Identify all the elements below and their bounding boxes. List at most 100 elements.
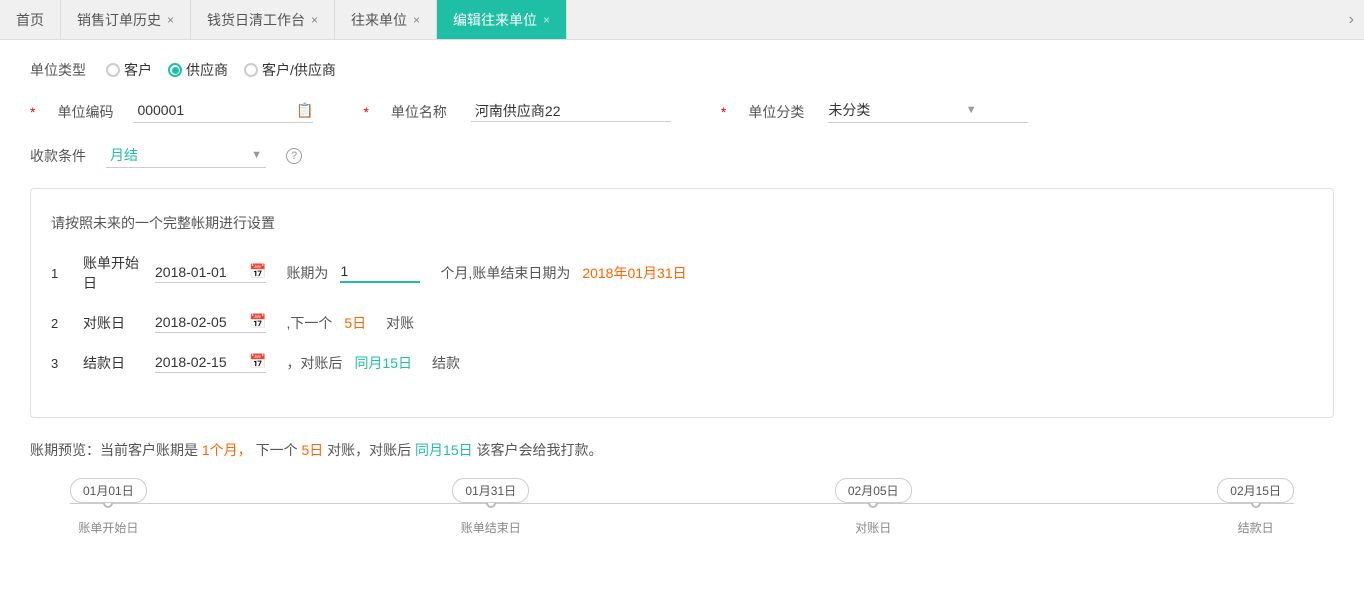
radio-customer-label: 客户 bbox=[124, 60, 152, 80]
main-content: 单位类型 客户 供应商 客户/供应商 * 单位编码 📋 * 单位名称 * bbox=[0, 40, 1364, 608]
radio-supplier-circle bbox=[168, 63, 182, 77]
tab-order-history-label: 销售订单历史 bbox=[77, 10, 161, 30]
timeline-label-2: 01月31日 bbox=[452, 478, 529, 503]
period-row-1-date-wrap: 📅 bbox=[155, 263, 266, 283]
period-row-2-highlight: 5日 bbox=[344, 313, 366, 333]
help-icon[interactable]: ? bbox=[286, 148, 302, 164]
timeline-sub-4: 结款日 bbox=[1238, 519, 1274, 536]
timeline-point-1: 01月01日 账单开始日 bbox=[70, 483, 147, 536]
preview-period: 1个月， bbox=[202, 442, 252, 458]
timeline-container: 01月01日 账单开始日 01月31日 账单结束日 02月05日 对账日 02月… bbox=[30, 483, 1334, 536]
period-row-1-label: 账单开始日 bbox=[83, 253, 143, 293]
period-row-1-calendar-icon[interactable]: 📅 bbox=[249, 263, 266, 280]
period-row-1-num: 1 bbox=[51, 266, 71, 281]
period-row-3-date-wrap: 📅 bbox=[155, 353, 266, 373]
period-row-2-num: 2 bbox=[51, 316, 71, 331]
unit-name-input[interactable] bbox=[471, 101, 671, 122]
payment-condition-label: 收款条件 bbox=[30, 146, 86, 166]
radio-supplier-label: 供应商 bbox=[186, 60, 228, 80]
tab-home-label: 首页 bbox=[16, 10, 44, 30]
timeline-label-3: 02月05日 bbox=[835, 478, 912, 503]
period-row-1: 1 账单开始日 📅 账期为 个月,账单结束日期为 2018年01月31日 bbox=[51, 253, 1313, 293]
radio-customer-supplier-label: 客户/供应商 bbox=[262, 60, 336, 80]
period-row-3: 3 结款日 📅 ，对账后 同月15日 结款 bbox=[51, 353, 1313, 373]
period-row-2-date-wrap: 📅 bbox=[155, 313, 266, 333]
radio-customer[interactable]: 客户 bbox=[106, 60, 152, 80]
preview-part4: 该客户会给我打款。 bbox=[477, 442, 603, 458]
period-row-3-highlight: 同月15日 bbox=[354, 353, 412, 373]
radio-customer-supplier-circle bbox=[244, 63, 258, 77]
tab-partner[interactable]: 往来单位 × bbox=[335, 0, 437, 39]
unit-type-row: 单位类型 客户 供应商 客户/供应商 bbox=[30, 60, 1334, 80]
tab-edit-partner[interactable]: 编辑往来单位 × bbox=[437, 0, 567, 39]
unit-code-input[interactable] bbox=[133, 100, 292, 120]
tab-workbench-label: 钱货日清工作台 bbox=[207, 10, 305, 30]
tab-more-button[interactable]: › bbox=[1339, 0, 1364, 39]
period-row-2-date-input[interactable] bbox=[155, 314, 245, 330]
period-row-1-end-date: 2018年01月31日 bbox=[582, 263, 686, 283]
tab-workbench[interactable]: 钱货日清工作台 × bbox=[191, 0, 335, 39]
tab-bar: 首页 销售订单历史 × 钱货日清工作台 × 往来单位 × 编辑往来单位 × › bbox=[0, 0, 1364, 40]
radio-supplier[interactable]: 供应商 bbox=[168, 60, 228, 80]
payment-condition-row: 收款条件 月结 ▼ ? bbox=[30, 143, 1334, 168]
unit-code-icon[interactable]: 📋 bbox=[296, 102, 313, 119]
period-row-2-desc-after: 对账 bbox=[386, 313, 414, 333]
period-row-3-num: 3 bbox=[51, 356, 71, 371]
unit-type-label: 单位类型 bbox=[30, 60, 86, 80]
period-row-2-calendar-icon[interactable]: 📅 bbox=[249, 313, 266, 330]
preview-section: 账期预览：当前客户账期是 1个月， 下一个 5日 对账，对账后 同月15日 该客… bbox=[30, 438, 1334, 463]
period-row-3-date-input[interactable] bbox=[155, 354, 245, 370]
timeline-point-3: 02月05日 对账日 bbox=[835, 483, 912, 536]
tab-order-history-close[interactable]: × bbox=[167, 13, 174, 27]
period-row-1-period-input[interactable] bbox=[340, 263, 420, 283]
period-row-3-desc-before: ，对账后 bbox=[286, 353, 342, 373]
timeline-sub-2: 账单结束日 bbox=[461, 519, 521, 536]
period-row-1-desc-middle: 个月,账单结束日期为 bbox=[440, 263, 570, 283]
timeline-point-2: 01月31日 账单结束日 bbox=[452, 483, 529, 536]
period-row-3-desc-after: 结款 bbox=[432, 353, 460, 373]
preview-label: 账期预览：当前客户账期是 bbox=[30, 442, 198, 458]
tab-edit-partner-label: 编辑往来单位 bbox=[453, 10, 537, 30]
unit-category-chevron: ▼ bbox=[966, 104, 1029, 116]
payment-condition-value: 月结 bbox=[110, 145, 247, 165]
tab-order-history[interactable]: 销售订单历史 × bbox=[61, 0, 191, 39]
radio-customer-supplier[interactable]: 客户/供应商 bbox=[244, 60, 336, 80]
tab-edit-partner-close[interactable]: × bbox=[543, 13, 550, 27]
timeline-items: 01月01日 账单开始日 01月31日 账单结束日 02月05日 对账日 02月… bbox=[70, 483, 1294, 536]
period-settings-box: 请按照未来的一个完整帐期进行设置 1 账单开始日 📅 账期为 个月,账单结束日期… bbox=[30, 188, 1334, 418]
period-title: 请按照未来的一个完整帐期进行设置 bbox=[51, 213, 1313, 233]
period-row-2: 2 对账日 📅 ,下一个 5日 对账 bbox=[51, 313, 1313, 333]
unit-category-star: * bbox=[721, 104, 726, 120]
radio-customer-circle bbox=[106, 63, 120, 77]
unit-name-label: 单位名称 bbox=[391, 102, 447, 122]
unit-code-label: 单位编码 bbox=[57, 102, 113, 122]
period-row-1-desc-before: 账期为 bbox=[286, 263, 328, 283]
preview-day: 5日 bbox=[301, 442, 323, 458]
unit-category-label: 单位分类 bbox=[748, 102, 804, 122]
unit-name-star: * bbox=[363, 104, 368, 120]
tab-home[interactable]: 首页 bbox=[0, 0, 61, 39]
tab-partner-label: 往来单位 bbox=[351, 10, 407, 30]
unit-code-input-wrap: 📋 bbox=[133, 100, 313, 123]
timeline-point-4: 02月15日 结款日 bbox=[1217, 483, 1294, 536]
unit-type-radio-group: 客户 供应商 客户/供应商 bbox=[106, 60, 336, 80]
period-row-3-calendar-icon[interactable]: 📅 bbox=[249, 353, 266, 370]
preview-teal: 同月15日 bbox=[415, 442, 473, 458]
timeline-line bbox=[70, 503, 1294, 504]
payment-condition-select[interactable]: 月结 ▼ bbox=[106, 143, 266, 168]
period-row-2-label: 对账日 bbox=[83, 313, 143, 333]
tab-partner-close[interactable]: × bbox=[413, 13, 420, 27]
timeline-sub-1: 账单开始日 bbox=[78, 519, 138, 536]
timeline-label-4: 02月15日 bbox=[1217, 478, 1294, 503]
period-row-1-date-input[interactable] bbox=[155, 264, 245, 280]
timeline-sub-3: 对账日 bbox=[855, 519, 891, 536]
tab-workbench-close[interactable]: × bbox=[311, 13, 318, 27]
period-row-2-desc-before: ,下一个 bbox=[286, 313, 332, 333]
unit-category-select[interactable]: 未分类 ▼ bbox=[828, 100, 1028, 123]
unit-category-value: 未分类 bbox=[828, 100, 891, 120]
preview-part2: 下一个 bbox=[256, 442, 298, 458]
unit-code-star: * bbox=[30, 104, 35, 120]
unit-info-row: * 单位编码 📋 * 单位名称 * 单位分类 未分类 ▼ bbox=[30, 100, 1334, 123]
preview-part3: 对账，对账后 bbox=[327, 442, 411, 458]
timeline-label-1: 01月01日 bbox=[70, 478, 147, 503]
